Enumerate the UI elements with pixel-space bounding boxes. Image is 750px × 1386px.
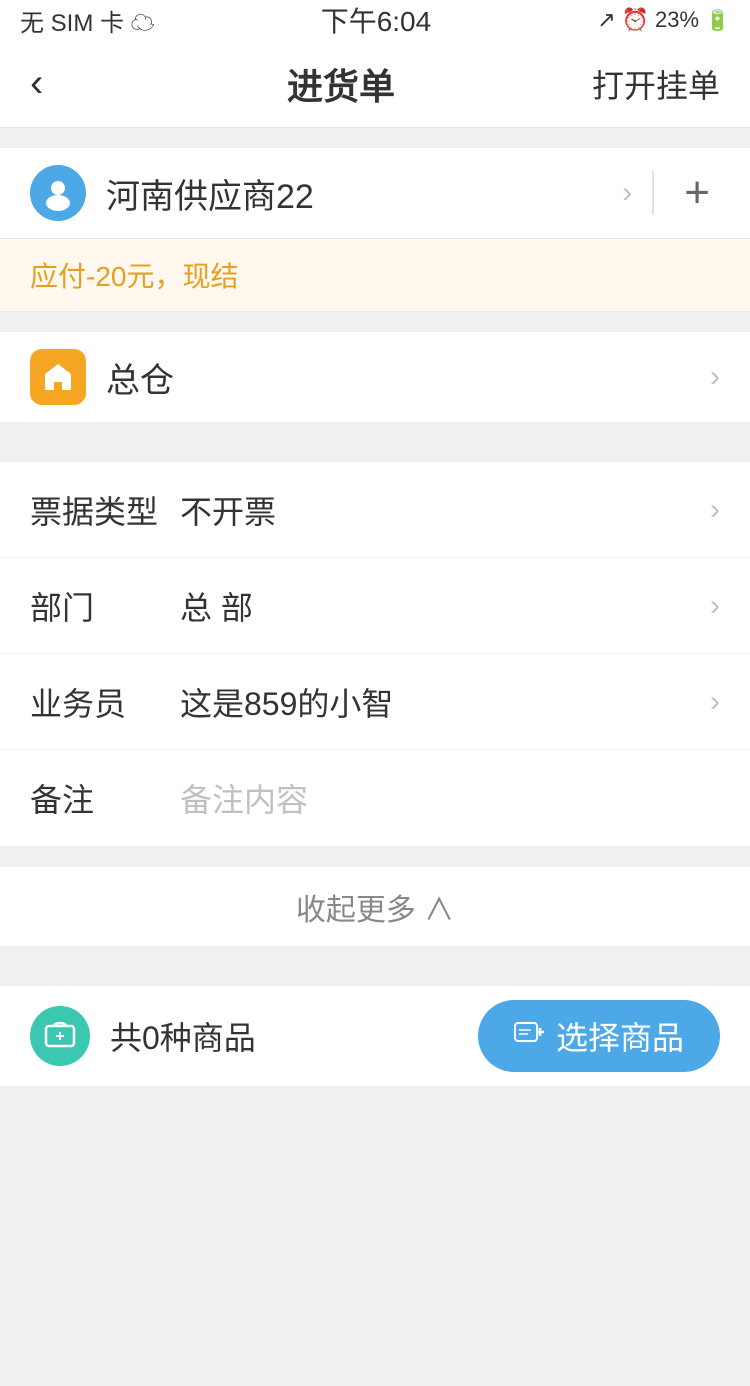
supplier-section: 河南供应商22 › + 应付-20元，现结: [0, 148, 750, 312]
mid-gap2: [0, 422, 750, 442]
signal-text: 无 SIM 卡 ☁: [20, 3, 155, 38]
invoice-type-label: 票据类型: [30, 487, 170, 533]
warehouse-section: 总仓 ›: [0, 332, 750, 422]
person-icon: [40, 175, 76, 211]
product-count: 共0种商品: [110, 1013, 478, 1059]
warehouse-chevron-icon: ›: [710, 360, 720, 394]
cart-icon: [42, 1018, 78, 1054]
warehouse-icon: [30, 349, 86, 405]
supplier-chevron-icon: ›: [622, 176, 632, 210]
select-product-icon: [514, 1022, 546, 1050]
supplier-divider: [652, 171, 654, 215]
salesperson-label: 业务员: [30, 679, 170, 725]
status-right: ↗ ⏰ 23% 🔋: [597, 7, 730, 33]
salesperson-row[interactable]: 业务员 这是859的小智 ›: [0, 654, 750, 750]
form-section: 票据类型 不开票 › 部门 总 部 › 业务员 这是859的小智 › 备注 备注…: [0, 462, 750, 846]
top-gap: [0, 128, 750, 148]
department-value: 总 部: [170, 583, 710, 629]
remark-row[interactable]: 备注 备注内容: [0, 750, 750, 846]
salesperson-chevron-icon: ›: [710, 685, 720, 719]
back-button[interactable]: ‹: [30, 61, 90, 106]
select-product-button[interactable]: 选择商品: [478, 1000, 720, 1072]
department-label: 部门: [30, 583, 170, 629]
mid-gap1: [0, 312, 750, 332]
page-background: [0, 1086, 750, 1386]
remark-input[interactable]: 备注内容: [170, 775, 720, 821]
collapse-button[interactable]: 收起更多 ∧: [0, 866, 750, 946]
status-time: 下午6:04: [321, 0, 432, 40]
warehouse-row[interactable]: 总仓 ›: [0, 332, 750, 422]
notice-banner: 应付-20元，现结: [0, 238, 750, 312]
product-icon-wrap: [30, 1006, 90, 1066]
battery-icon: 🔋: [705, 8, 730, 33]
invoice-type-chevron-icon: ›: [710, 493, 720, 527]
salesperson-value: 这是859的小智: [170, 679, 710, 725]
supplier-name: 河南供应商22: [106, 169, 622, 218]
open-pending-button[interactable]: 打开挂单: [592, 61, 720, 107]
location-icon: ↗: [597, 7, 615, 33]
page-title: 进货单: [287, 58, 395, 110]
house-icon: [41, 360, 75, 394]
battery-text: 23%: [655, 7, 699, 33]
supplier-row[interactable]: 河南供应商22 › +: [0, 148, 750, 238]
invoice-type-value: 不开票: [170, 487, 710, 533]
warehouse-name: 总仓: [106, 353, 710, 402]
status-bar: 无 SIM 卡 ☁ 下午6:04 ↗ ⏰ 23% 🔋: [0, 0, 750, 40]
nav-bar: ‹ 进货单 打开挂单: [0, 40, 750, 128]
avatar: [30, 165, 86, 221]
alarm-icon: ⏰: [622, 7, 649, 33]
remark-label: 备注: [30, 775, 170, 821]
department-row[interactable]: 部门 总 部 ›: [0, 558, 750, 654]
select-product-label: 选择商品: [556, 1013, 684, 1059]
status-left: 无 SIM 卡 ☁: [20, 3, 155, 38]
department-chevron-icon: ›: [710, 589, 720, 623]
add-supplier-button[interactable]: +: [674, 168, 720, 218]
bottom-gap: [0, 946, 750, 966]
invoice-type-row[interactable]: 票据类型 不开票 ›: [0, 462, 750, 558]
bottom-bar: 共0种商品 选择商品: [0, 986, 750, 1086]
